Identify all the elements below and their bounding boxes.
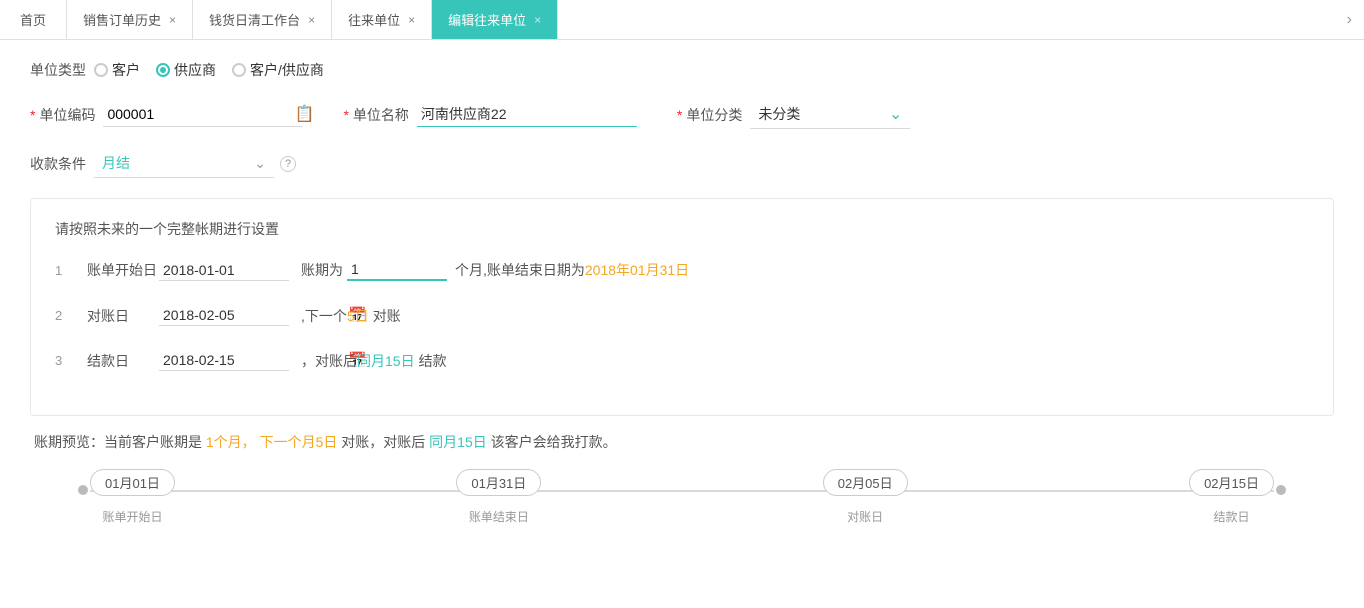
timeline-node-2: 01月31日 账单结束日	[456, 476, 541, 525]
period-start-date-input: 📅	[159, 260, 289, 281]
unit-name-group: * 单位名称	[343, 102, 636, 127]
period-row-1-desc-before: 账期为	[301, 260, 343, 280]
period-row-3: 3 结款日 📅 ，对账后 同月15日 结款	[55, 350, 1309, 371]
period-end-date-highlight: 2018年01月31日	[585, 260, 689, 280]
unit-name-input[interactable]	[417, 102, 637, 127]
tab-sales-history[interactable]: 销售订单历史 ×	[67, 0, 193, 39]
timeline-label-4: 结款日	[1214, 508, 1250, 525]
timeline-end-dot	[1276, 485, 1286, 495]
unit-code-input[interactable]	[103, 102, 292, 126]
preview-section: 账期预览：当前客户账期是 1个月， 下一个月5日 对账，对账后 同月15日 该客…	[30, 432, 1334, 452]
period-payment-date-input: 📅	[159, 350, 289, 371]
timeline-badge-1: 01月01日	[90, 469, 175, 496]
period-row-1: 1 账单开始日 📅 账期为 个月,账单结束日期为 2018年01月31日	[55, 259, 1309, 281]
unit-category-value: 未分类	[758, 104, 889, 124]
unit-code-group: * 单位编码 📋	[30, 102, 303, 127]
preview-label: 账期预览：当前客户账期是	[34, 434, 202, 450]
radio-customer-supplier[interactable]: 客户/供应商	[232, 60, 324, 80]
period-row-2-desc-before: ,下一个	[301, 306, 347, 326]
period-row-2-label: 对账日	[87, 306, 147, 326]
payment-terms-label: 收款条件	[30, 154, 86, 174]
timeline-node-4: 02月15日 结款日	[1189, 476, 1274, 525]
radio-supplier-circle	[156, 63, 170, 77]
timeline-nodes: 01月01日 账单开始日 01月31日 账单结束日 02月05日 对账日 02月…	[90, 476, 1274, 525]
unit-name-required: *	[343, 107, 348, 123]
payment-terms-value: 月结	[102, 153, 246, 173]
unit-code-icon[interactable]: 📋	[292, 102, 316, 126]
radio-customer-supplier-circle	[232, 63, 246, 77]
tab-cashflow[interactable]: 钱货日清工作台 ×	[193, 0, 332, 39]
unit-category-select[interactable]: 未分类 ⌄	[750, 100, 910, 129]
timeline-node-3: 02月05日 对账日	[823, 476, 908, 525]
tab-expand-button[interactable]: ›	[1335, 11, 1364, 29]
preview-months: 1个月，	[206, 434, 256, 450]
payment-terms-row: 收款条件 月结 ⌄ ?	[30, 149, 1334, 178]
period-month-input[interactable]	[347, 259, 447, 281]
preview-reconcile-suffix: 对账，对账后	[341, 434, 425, 450]
unit-category-group: * 单位分类 未分类 ⌄	[677, 100, 910, 129]
radio-customer[interactable]: 客户	[94, 60, 140, 80]
timeline-container: 01月01日 账单开始日 01月31日 账单结束日 02月05日 对账日 02月…	[30, 476, 1334, 525]
timeline-start-dot	[78, 485, 88, 495]
period-row-2: 2 对账日 📅 ,下一个 5日 对账	[55, 305, 1309, 326]
unit-category-arrow-icon: ⌄	[889, 104, 902, 124]
unit-code-label: 单位编码	[39, 105, 95, 125]
timeline-label-3: 对账日	[847, 508, 883, 525]
unit-type-row: 单位类型 客户 供应商 客户/供应商	[30, 60, 1334, 80]
payment-terms-help-icon[interactable]: ?	[280, 156, 296, 172]
main-content: 单位类型 客户 供应商 客户/供应商 * 单位编码	[0, 40, 1364, 608]
radio-customer-circle	[94, 63, 108, 77]
unit-category-required: *	[677, 107, 682, 123]
unit-code-required: *	[30, 107, 35, 123]
radio-supplier[interactable]: 供应商	[156, 60, 216, 80]
unit-type-group: 单位类型 客户 供应商 客户/供应商	[30, 60, 324, 80]
period-row-3-desc-after: 结款	[419, 351, 447, 371]
preview-suffix: 该客户会给我打款。	[491, 434, 617, 450]
timeline-badge-2: 01月31日	[456, 469, 541, 496]
unit-code-input-wrapper: 📋	[103, 102, 303, 127]
period-reconcile-day-highlight: 5日	[347, 306, 369, 326]
period-row-3-label: 结款日	[87, 351, 147, 371]
code-name-category-row: * 单位编码 📋 * 单位名称 * 单位分类 未分类 ⌄	[30, 100, 1334, 129]
tab-edit-partner-close[interactable]: ×	[534, 13, 541, 27]
unit-type-radio-group: 客户 供应商 客户/供应商	[94, 60, 324, 80]
tab-sales-history-close[interactable]: ×	[169, 13, 176, 27]
unit-name-label: 单位名称	[353, 105, 409, 125]
preview-payment-date: 同月15日	[429, 434, 487, 450]
unit-type-label: 单位类型	[30, 60, 86, 80]
tab-edit-partner[interactable]: 编辑往来单位 ×	[432, 0, 558, 39]
timeline-label-1: 账单开始日	[102, 508, 162, 525]
period-row-3-num: 3	[55, 353, 75, 368]
preview-reconcile-date: 下一个月5日	[260, 434, 338, 450]
payment-terms-select[interactable]: 月结 ⌄	[94, 149, 274, 178]
timeline-node-1: 01月01日 账单开始日	[90, 476, 175, 525]
tab-home[interactable]: 首页	[0, 0, 67, 39]
tab-partner[interactable]: 往来单位 ×	[332, 0, 432, 39]
period-row-1-label: 账单开始日	[87, 260, 147, 280]
period-row-2-desc-after: 对账	[373, 306, 401, 326]
period-settings-box: 请按照未来的一个完整帐期进行设置 1 账单开始日 📅 账期为 个月,账单结束日期…	[30, 198, 1334, 416]
payment-terms-group: 收款条件 月结 ⌄ ?	[30, 149, 296, 178]
tab-cashflow-close[interactable]: ×	[308, 13, 315, 27]
period-payment-day-highlight: 同月15日	[357, 351, 415, 371]
timeline-label-2: 账单结束日	[469, 508, 529, 525]
timeline-badge-3: 02月05日	[823, 469, 908, 496]
period-row-3-desc-before: ，对账后	[301, 351, 357, 371]
period-reconcile-date-input: 📅	[159, 305, 289, 326]
tab-bar: 首页 销售订单历史 × 钱货日清工作台 × 往来单位 × 编辑往来单位 × ›	[0, 0, 1364, 40]
tab-partner-close[interactable]: ×	[408, 13, 415, 27]
payment-terms-arrow-icon: ⌄	[254, 155, 266, 172]
period-row-1-desc-after: 个月,账单结束日期为	[455, 260, 585, 280]
unit-category-label: 单位分类	[686, 105, 742, 125]
period-row-1-num: 1	[55, 263, 75, 278]
period-settings-title: 请按照未来的一个完整帐期进行设置	[55, 219, 1309, 239]
timeline-badge-4: 02月15日	[1189, 469, 1274, 496]
period-row-2-num: 2	[55, 308, 75, 323]
